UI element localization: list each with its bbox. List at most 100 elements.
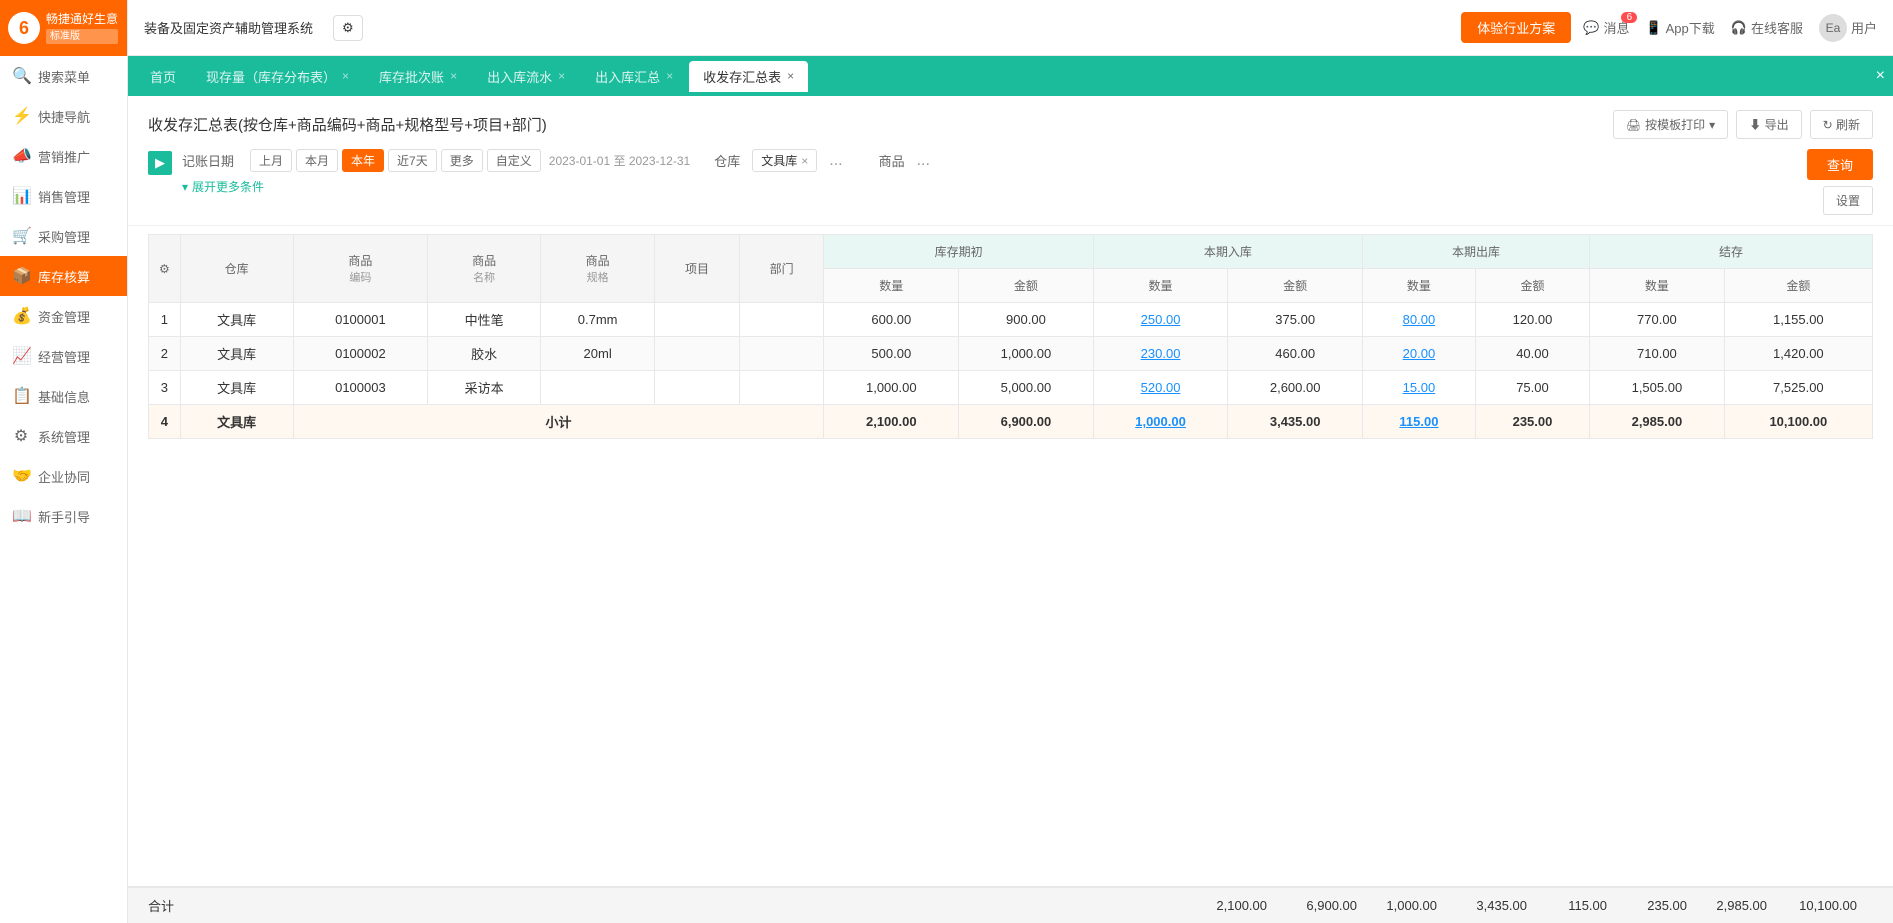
sidebar-item-搜索菜单[interactable]: 🔍搜索菜单	[0, 56, 127, 96]
warehouse-more-btn[interactable]: ...	[829, 152, 842, 170]
sidebar-item-企业协同[interactable]: 🤝企业协同	[0, 456, 127, 496]
total-out-qty: 115.00	[1543, 898, 1623, 913]
tab-close-btn[interactable]: ×	[342, 69, 349, 83]
sidebar-item-资金管理[interactable]: 💰资金管理	[0, 296, 127, 336]
tab-出入库流水[interactable]: 出入库流水 ×	[473, 61, 579, 92]
sidebar-item-库存核算[interactable]: 📦库存核算	[0, 256, 127, 296]
col-header-goods-name: 商品名称	[428, 235, 541, 303]
date-btn-more[interactable]: 更多	[441, 149, 483, 172]
printer-icon: 🖨	[1626, 118, 1641, 132]
subtotal-closing-amount: 10,100.00	[1724, 405, 1872, 439]
row-no: 1	[149, 303, 181, 337]
total-in-amount: 3,435.00	[1453, 898, 1543, 913]
tab-close-btn[interactable]: ×	[450, 69, 457, 83]
sidebar-item-销售管理[interactable]: 📊销售管理	[0, 176, 127, 216]
gear-button[interactable]: ⚙	[333, 15, 363, 41]
export-btn[interactable]: ⬇ 导出	[1736, 110, 1801, 139]
tab-现存量（库存分布表）[interactable]: 现存量（库存分布表） ×	[192, 61, 363, 92]
table-row: 3 文具库 0100003 采访本 1,000.00 5,000.00 520.…	[149, 371, 1873, 405]
col-out-amount: 金额	[1475, 269, 1589, 303]
page-content: 收发存汇总表(按仓库+商品编码+商品+规格型号+项目+部门) 🖨 按模板打印 ▾…	[128, 96, 1893, 923]
tab-出入库汇总[interactable]: 出入库汇总×	[581, 61, 687, 92]
sidebar: 6 畅捷通好生意 标准版 🔍搜索菜单⚡快捷导航📣营销推广📊销售管理🛒采购管理📦库…	[0, 0, 128, 923]
sidebar-item-label: 快捷导航	[38, 107, 90, 126]
user-avatar: Ea	[1819, 14, 1847, 42]
date-btn-last-month[interactable]: 上月	[250, 149, 292, 172]
query-btn[interactable]: 查询	[1807, 149, 1873, 180]
row-goods-code: 0100002	[293, 337, 428, 371]
tab-收发存汇总表[interactable]: 收发存汇总表 ×	[689, 61, 808, 92]
row-in-qty[interactable]: 520.00	[1093, 371, 1228, 405]
logo-text: 畅捷通好生意 标准版	[46, 12, 118, 45]
filter-toggle-btn[interactable]: ▶	[148, 151, 172, 175]
date-options: 上月 本月 本年 近7天 更多 自定义 2023-01-01 至 2023-12…	[250, 149, 690, 172]
page-title: 收发存汇总表(按仓库+商品编码+商品+规格型号+项目+部门)	[148, 114, 547, 135]
row-out-qty[interactable]: 80.00	[1362, 303, 1475, 337]
date-filter-label: 记账日期	[182, 151, 238, 170]
sidebar-item-营销推广[interactable]: 📣营销推广	[0, 136, 127, 176]
print-btn[interactable]: 🖨 按模板打印 ▾	[1613, 110, 1728, 139]
tab-首页[interactable]: 首页	[136, 61, 190, 92]
expand-conditions-btn[interactable]: ▾ 展开更多条件	[182, 178, 264, 195]
col-in-qty: 数量	[1093, 269, 1228, 303]
subtotal-out-qty[interactable]: 115.00	[1362, 405, 1475, 439]
messages-icon-item[interactable]: 💬 消息 6	[1583, 18, 1629, 37]
row-department	[739, 303, 824, 337]
goods-filter-label: 商品	[879, 151, 905, 170]
sidebar-item-新手引导[interactable]: 📖新手引导	[0, 496, 127, 536]
experience-btn[interactable]: 体验行业方案	[1461, 12, 1571, 43]
tab-label: 现存量（库存分布表）	[206, 67, 336, 86]
tab-close-btn[interactable]: ×	[666, 69, 673, 83]
sidebar-item-经营管理[interactable]: 📈经营管理	[0, 336, 127, 376]
goods-more-btn[interactable]: ...	[917, 152, 930, 170]
date-btn-7days[interactable]: 近7天	[388, 149, 437, 172]
sidebar-item-系统管理[interactable]: ⚙系统管理	[0, 416, 127, 456]
sidebar-icon: 📦	[12, 266, 30, 286]
col-header-department: 部门	[739, 235, 824, 303]
refresh-btn[interactable]: ↻ 刷新	[1810, 110, 1873, 139]
subtotal-closing-qty: 2,985.00	[1590, 405, 1725, 439]
tab-close-btn[interactable]: ×	[558, 69, 565, 83]
subtotal-in-qty[interactable]: 1,000.00	[1093, 405, 1228, 439]
sidebar-icon: 📋	[12, 386, 30, 406]
row-opening-amount: 5,000.00	[959, 371, 1094, 405]
subtotal-warehouse: 文具库	[180, 405, 293, 439]
col-closing-amount: 金额	[1724, 269, 1872, 303]
online-service-item[interactable]: 🎧 在线客服	[1731, 18, 1803, 37]
sidebar-item-快捷导航[interactable]: ⚡快捷导航	[0, 96, 127, 136]
tab-label: 收发存汇总表	[703, 67, 781, 86]
tabs-close-all-btn[interactable]: ×	[1876, 67, 1885, 85]
row-no: 3	[149, 371, 181, 405]
app-download-item[interactable]: 📱 App下载	[1645, 18, 1714, 37]
row-opening-amount: 900.00	[959, 303, 1094, 337]
date-btn-this-year[interactable]: 本年	[342, 149, 384, 172]
headset-icon: 🎧	[1731, 20, 1747, 36]
sidebar-item-基础信息[interactable]: 📋基础信息	[0, 376, 127, 416]
subtotal-opening-qty: 2,100.00	[824, 405, 959, 439]
export-icon: ⬇	[1749, 118, 1761, 132]
row-in-qty[interactable]: 250.00	[1093, 303, 1228, 337]
col-header-warehouse: 仓库	[180, 235, 293, 303]
date-btn-this-month[interactable]: 本月	[296, 149, 338, 172]
main-content: 装备及固定资产辅助管理系统 ⚙ 体验行业方案 💬 消息 6 📱 App下载 🎧 …	[128, 0, 1893, 923]
row-goods-code: 0100001	[293, 303, 428, 337]
settings-btn[interactable]: 设置	[1823, 186, 1873, 215]
row-out-qty[interactable]: 20.00	[1362, 337, 1475, 371]
date-btn-custom[interactable]: 自定义	[487, 149, 541, 172]
row-out-qty[interactable]: 15.00	[1362, 371, 1475, 405]
warehouse-tag[interactable]: 文具库 ×	[752, 149, 817, 172]
row-out-amount: 120.00	[1475, 303, 1589, 337]
tab-label: 出入库流水	[487, 67, 552, 86]
row-in-amount: 2,600.00	[1228, 371, 1363, 405]
warehouse-tag-close-btn[interactable]: ×	[801, 154, 808, 168]
subtotal-row: 4 文具库 小计 2,100.00 6,900.00 1,000.00 3,43…	[149, 405, 1873, 439]
total-opening-qty: 2,100.00	[1203, 898, 1283, 913]
table-row: 2 文具库 0100002 胶水 20ml 500.00 1,000.00 23…	[149, 337, 1873, 371]
user-item[interactable]: Ea 用户	[1819, 14, 1877, 42]
sidebar-item-采购管理[interactable]: 🛒采购管理	[0, 216, 127, 256]
row-in-qty[interactable]: 230.00	[1093, 337, 1228, 371]
tab-label: 首页	[150, 67, 176, 86]
table-settings-header[interactable]: ⚙	[149, 235, 181, 303]
tab-close-btn[interactable]: ×	[787, 69, 794, 83]
tab-库存批次账[interactable]: 库存批次账×	[365, 61, 471, 92]
